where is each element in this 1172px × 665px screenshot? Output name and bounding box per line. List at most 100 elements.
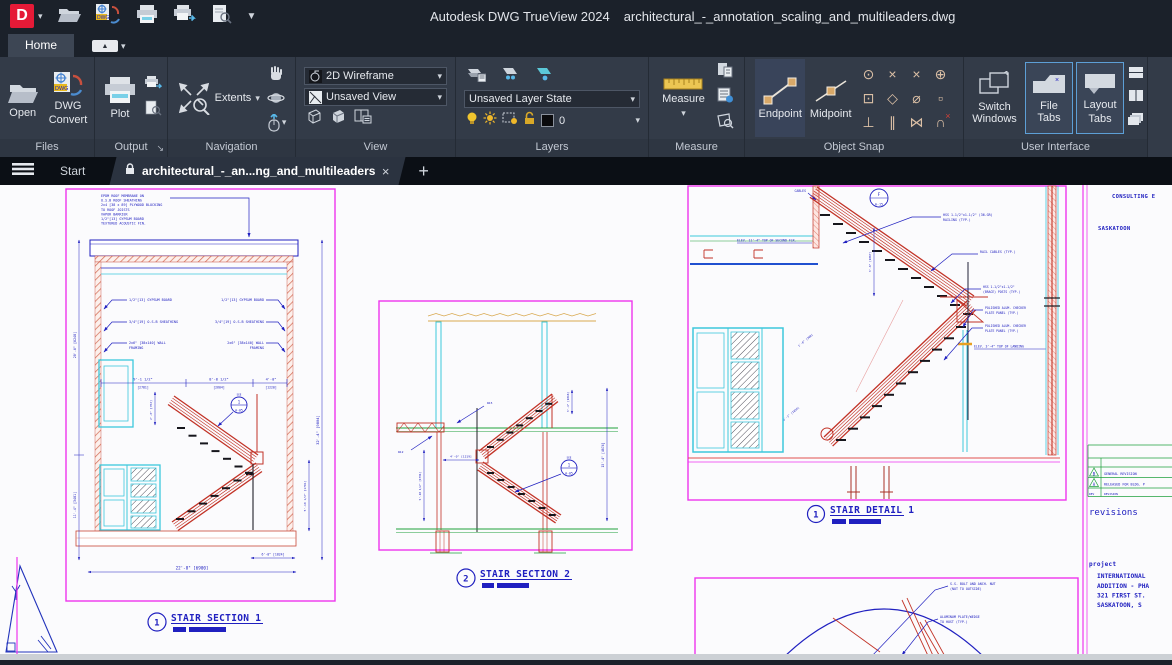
- snap-quadrant-icon[interactable]: ◇: [887, 90, 898, 107]
- box-solid-icon[interactable]: [330, 109, 346, 129]
- app-menu-button[interactable]: D ▾: [10, 4, 43, 28]
- svg-text:REV: REV: [1089, 492, 1094, 496]
- batch-plot-icon[interactable]: [144, 75, 162, 95]
- tab-home[interactable]: Home: [8, 34, 74, 57]
- tile-horizontally-icon[interactable]: [1128, 66, 1144, 84]
- close-icon[interactable]: ×: [383, 164, 391, 179]
- svg-text:3/4"[19] O.S.B SHEATHING: 3/4"[19] O.S.B SHEATHING: [129, 320, 178, 324]
- tab-start[interactable]: Start: [46, 164, 99, 178]
- qat-customize-icon[interactable]: ▼: [247, 11, 257, 22]
- snap-apparent-intersection-icon[interactable]: ×: [912, 66, 920, 82]
- drawing-canvas[interactable]: EPDM ROOF MEMBRANE ON O.S.B ROOF SHEATHI…: [0, 185, 1172, 660]
- svg-text:REVISION: REVISION: [1104, 492, 1118, 496]
- properties-list-icon[interactable]: [716, 87, 734, 108]
- print-icon[interactable]: [135, 4, 159, 29]
- layer-state-dropdown[interactable]: Unsaved Layer State▾: [464, 90, 640, 108]
- svg-text:POLISHED ALUM. CHECKER: POLISHED ALUM. CHECKER: [985, 324, 1026, 328]
- svg-text:HSS 1-1/2"x1-1/2" (36.GR): HSS 1-1/2"x1-1/2" (36.GR): [943, 213, 993, 217]
- visual-style-dropdown[interactable]: 2D Wireframe▾: [304, 67, 447, 85]
- snap-insertion-icon[interactable]: ⊡: [863, 90, 875, 107]
- snap-node-icon[interactable]: ▫: [938, 90, 943, 106]
- mouse-navigation-button[interactable]: ▾: [266, 114, 287, 132]
- cascade-icon[interactable]: [1127, 112, 1144, 131]
- area-query-icon[interactable]: [716, 112, 734, 134]
- panel-label-view: View: [296, 139, 455, 157]
- svg-text:PLATE PANEL (TYP.): PLATE PANEL (TYP.): [985, 311, 1019, 315]
- snap-intersection-icon[interactable]: ×: [888, 66, 896, 82]
- svg-text:[2604]: [2604]: [213, 386, 225, 390]
- open-button[interactable]: Open: [4, 75, 42, 121]
- layer-unisolate-icon[interactable]: [534, 66, 554, 87]
- snap-tangent-icon[interactable]: ⌀: [912, 90, 920, 107]
- plot-button[interactable]: Plot: [100, 74, 140, 122]
- new-tab-button[interactable]: +: [418, 161, 429, 182]
- viewport-stair-detail-1: ELEV. 11'-4" TOP OF SECOND FLR. CABLES F…: [688, 186, 1066, 500]
- svg-text:8'-8 1/2": 8'-8 1/2": [209, 378, 228, 382]
- file-tabs-icon: ×: [1029, 72, 1069, 98]
- named-view-icon: [309, 91, 322, 104]
- viewport-config-icon[interactable]: [354, 109, 372, 129]
- orbit-icon[interactable]: [267, 91, 285, 110]
- plot-preview-icon[interactable]: [211, 4, 233, 29]
- pan-icon[interactable]: [267, 65, 285, 87]
- layer-properties-icon[interactable]: [466, 66, 486, 87]
- layer-isolate-icon[interactable]: [500, 66, 520, 87]
- dialog-launcher-icon[interactable]: ↘: [156, 140, 164, 157]
- box-wireframe-icon[interactable]: [306, 109, 322, 129]
- quick-properties-icon[interactable]: [716, 62, 734, 83]
- svg-text:6'-1" [1854]: 6'-1" [1854]: [782, 406, 800, 422]
- snap-parallel-icon[interactable]: ∥: [889, 114, 896, 131]
- switch-windows-button[interactable]: Switch Windows: [967, 69, 1022, 127]
- named-view-dropdown[interactable]: Unsaved View▾: [304, 88, 447, 106]
- zoom-extents-button[interactable]: Extents ▾: [177, 81, 260, 115]
- svg-text:32'-4" [9804]: 32'-4" [9804]: [315, 415, 320, 445]
- svg-text:(NUT TO OUTSIDE): (NUT TO OUTSIDE): [950, 587, 982, 591]
- svg-text:FRAMING: FRAMING: [129, 346, 143, 350]
- layer-on-icon: [466, 111, 478, 130]
- panel-layers: Unsaved Layer State▾ 0 ▾ Layers: [456, 57, 649, 157]
- scale-triangle-symbol: [6, 557, 57, 660]
- menu-hamburger-icon[interactable]: [0, 162, 46, 181]
- tile-vertically-icon[interactable]: [1128, 89, 1144, 107]
- viewport-stair-section-1: EPDM ROOF MEMBRANE ON O.S.B ROOF SHEATHI…: [66, 189, 335, 601]
- svg-text:1: 1: [813, 511, 819, 521]
- snap-perpendicular-icon[interactable]: ⊥: [862, 114, 874, 131]
- svg-text:1/2"[13] GYPSUM BOARD: 1/2"[13] GYPSUM BOARD: [101, 217, 144, 221]
- snap-nearest-icon[interactable]: ⋈: [910, 114, 924, 131]
- svg-text:1/2"[13] GYPSUM BOARD: 1/2"[13] GYPSUM BOARD: [221, 298, 264, 302]
- ribbon-filler: [1148, 57, 1172, 157]
- snap-extension-icon[interactable]: ⊕: [935, 66, 947, 83]
- preview-icon[interactable]: [144, 100, 162, 121]
- svg-text:STAIR SECTION 1: STAIR SECTION 1: [171, 613, 261, 624]
- dwg-convert-button[interactable]: DWG DWG Convert: [46, 68, 91, 128]
- dwg-convert-icon[interactable]: DWG: [95, 3, 121, 30]
- lock-icon: [125, 162, 135, 180]
- open-icon[interactable]: [57, 4, 81, 29]
- window-title: Autodesk DWG TrueView 2024 architectural…: [430, 0, 955, 32]
- midpoint-snap-button[interactable]: Midpoint: [807, 59, 855, 137]
- tab-document-active[interactable]: architectural_-_an...ng_and_multileaders…: [110, 157, 406, 185]
- svg-text:2x6" [38x140] WALL: 2x6" [38x140] WALL: [227, 341, 264, 345]
- svg-text:20'-6" [6248]: 20'-6" [6248]: [73, 332, 77, 359]
- layer-dropdown[interactable]: 0 ▾: [464, 111, 640, 130]
- svg-text:A-15: A-15: [875, 203, 883, 207]
- endpoint-icon: [760, 76, 800, 106]
- snap-off-icon[interactable]: ∩×: [935, 114, 945, 130]
- ribbon-tab-row: Home ▲ ▾: [0, 32, 1172, 57]
- panel-user-interface: Switch Windows × File Tabs Layout Tabs U…: [964, 57, 1148, 157]
- svg-text:F: F: [878, 192, 881, 198]
- visual-style-icon: [309, 70, 322, 83]
- endpoint-snap-button[interactable]: Endpoint: [755, 59, 804, 137]
- drawing-area[interactable]: EPDM ROOF MEMBRANE ON O.S.B ROOF SHEATHI…: [0, 185, 1172, 660]
- snap-center-icon[interactable]: ⊙: [863, 66, 875, 83]
- svg-text:ADDITION - PHA: ADDITION - PHA: [1097, 583, 1149, 590]
- file-tab-bar: Start architectural_-_an...ng_and_multil…: [0, 157, 1172, 185]
- ribbon-minimize-button[interactable]: ▲ ▾: [92, 40, 126, 52]
- file-tabs-button[interactable]: × File Tabs: [1025, 62, 1073, 134]
- svg-text:VAPOR BARRIER: VAPOR BARRIER: [101, 212, 128, 216]
- panel-object-snap: Endpoint Midpoint ⊙ × × ⊕ ⊡ ◇ ⌀ ▫ ⊥ ∥ ⋈ …: [745, 57, 964, 157]
- measure-button[interactable]: Measure ▾: [659, 75, 708, 121]
- layer-vpfreeze-icon: [502, 111, 518, 130]
- batch-plot-icon[interactable]: [173, 4, 197, 29]
- layout-tabs-button[interactable]: Layout Tabs: [1076, 62, 1124, 134]
